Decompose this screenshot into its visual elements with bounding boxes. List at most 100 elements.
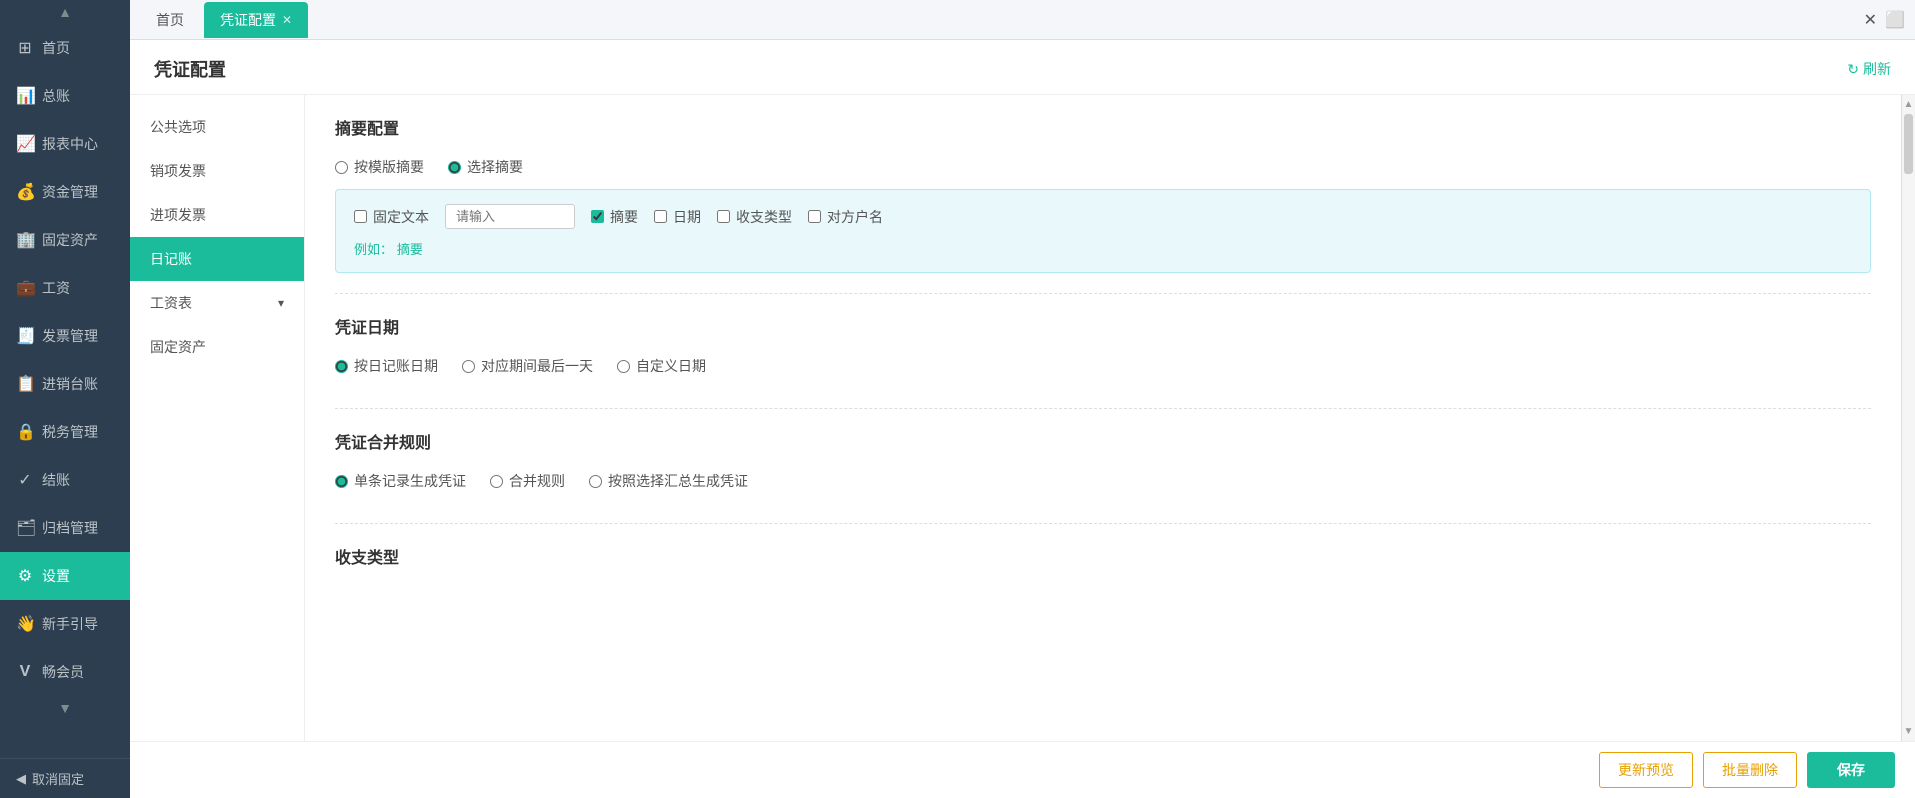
tab-home[interactable]: 首页: [140, 2, 200, 38]
reports-icon: 📈: [16, 134, 34, 154]
left-nav-sales-invoice[interactable]: 销项发票: [130, 149, 304, 193]
tab-voucher-config-label: 凭证配置: [220, 10, 276, 30]
sidebar-item-funds[interactable]: 💰 资金管理: [0, 168, 130, 216]
left-nav-purchase-invoice-label: 进项发票: [150, 205, 206, 225]
merge-rules-title: 凭证合并规则: [335, 429, 1871, 453]
scrollbar-thumb[interactable]: [1904, 114, 1913, 174]
voucher-date-section: 凭证日期 按日记账日期 对应期间最后一天 自定义日期: [335, 314, 1871, 409]
sidebar-item-settings[interactable]: ⚙ 设置: [0, 552, 130, 600]
fixed-text-label: 固定文本: [373, 207, 429, 227]
funds-icon: 💰: [16, 182, 34, 202]
right-scrollbar: ▲ ▼: [1901, 95, 1915, 741]
page-title: 凭证配置: [154, 56, 226, 82]
summary-radio-group: 按模版摘要 选择摘要: [335, 157, 1871, 177]
sidebar-item-member[interactable]: V 畅会员: [0, 648, 130, 696]
tax-icon: 🔒: [16, 422, 34, 442]
sidebar-item-invoice-mgmt[interactable]: 🧾 发票管理: [0, 312, 130, 360]
by-journal-date-radio-label[interactable]: 按日记账日期: [335, 356, 438, 376]
by-journal-date-radio[interactable]: [335, 360, 348, 373]
assets-icon: 🏢: [16, 230, 34, 250]
sidebar-item-close[interactable]: ✓ 结账: [0, 456, 130, 504]
last-day-period-label: 对应期间最后一天: [481, 356, 593, 376]
single-record-label: 单条记录生成凭证: [354, 471, 466, 491]
last-day-period-radio-label[interactable]: 对应期间最后一天: [462, 356, 593, 376]
tab-voucher-config[interactable]: 凭证配置 ✕: [204, 2, 308, 38]
bottom-bar: 更新预览 批量删除 保存: [130, 741, 1915, 798]
fixed-text-input[interactable]: [445, 204, 575, 229]
invoice-mgmt-icon: 🧾: [16, 326, 34, 346]
abstract-checkbox[interactable]: [591, 210, 604, 223]
sidebar-item-reports[interactable]: 📈 报表中心: [0, 120, 130, 168]
sidebar-scroll-down[interactable]: ▼: [0, 696, 130, 720]
custom-date-radio[interactable]: [617, 360, 630, 373]
sidebar-item-assets[interactable]: 🏢 固定资产: [0, 216, 130, 264]
window-maximize-button[interactable]: ⬜: [1885, 10, 1905, 30]
sidebar-item-purchase-sale[interactable]: 📋 进销台账: [0, 360, 130, 408]
right-content: 摘要配置 按模版摘要 选择摘要 固定文本: [305, 95, 1901, 741]
sidebar-bottom-label: 取消固定: [32, 769, 84, 788]
refresh-button[interactable]: ↻ 刷新: [1847, 59, 1891, 79]
guide-icon: 👋: [16, 614, 34, 634]
custom-date-radio-label[interactable]: 自定义日期: [617, 356, 706, 376]
left-nav-payroll-label: 工资表: [150, 293, 192, 313]
sidebar-unpin-button[interactable]: ◀ 取消固定: [0, 758, 130, 798]
sidebar-item-ledger[interactable]: 📊 总账: [0, 72, 130, 120]
income-expense-section: 收支类型: [335, 544, 1871, 606]
example-value: 摘要: [397, 242, 423, 257]
window-close-button[interactable]: ✕: [1864, 10, 1877, 30]
fixed-text-checkbox[interactable]: [354, 210, 367, 223]
voucher-date-radio-group: 按日记账日期 对应期间最后一天 自定义日期: [335, 356, 1871, 376]
income-expense-checkbox[interactable]: [717, 210, 730, 223]
date-checkbox[interactable]: [654, 210, 667, 223]
batch-delete-button[interactable]: 批量删除: [1703, 752, 1797, 788]
by-selection-label: 按照选择汇总生成凭证: [608, 471, 748, 491]
sidebar-item-tax[interactable]: 🔒 税务管理: [0, 408, 130, 456]
counterpart-checkbox-label[interactable]: 对方户名: [808, 207, 883, 227]
save-button[interactable]: 保存: [1807, 752, 1895, 788]
tab-close-icon[interactable]: ✕: [282, 13, 292, 27]
sidebar-item-salary[interactable]: 💼 工资: [0, 264, 130, 312]
last-day-period-radio[interactable]: [462, 360, 475, 373]
content-layout: 公共选项 销项发票 进项发票 日记账 工资表 ▾ 固定资产 摘要配置: [130, 95, 1915, 741]
fixed-text-checkbox-label[interactable]: 固定文本: [354, 207, 429, 227]
sidebar-item-label: 固定资产: [42, 230, 98, 250]
left-nav-sales-invoice-label: 销项发票: [150, 161, 206, 181]
sidebar-item-label: 首页: [42, 38, 70, 58]
abstract-checkbox-label[interactable]: 摘要: [591, 207, 638, 227]
select-summary-radio-label[interactable]: 选择摘要: [448, 157, 523, 177]
select-summary-radio[interactable]: [448, 161, 461, 174]
merge-rules-option-radio[interactable]: [490, 475, 503, 488]
tab-bar: 首页 凭证配置 ✕ ✕ ⬜: [130, 0, 1915, 40]
sidebar-item-label: 结账: [42, 470, 70, 490]
sidebar-scroll-up[interactable]: ▲: [0, 0, 130, 24]
single-record-radio-label[interactable]: 单条记录生成凭证: [335, 471, 466, 491]
counterpart-checkbox[interactable]: [808, 210, 821, 223]
by-selection-radio[interactable]: [589, 475, 602, 488]
summary-config-section: 摘要配置 按模版摘要 选择摘要 固定文本: [335, 115, 1871, 294]
template-summary-label: 按模版摘要: [354, 157, 424, 177]
template-summary-radio-label[interactable]: 按模版摘要: [335, 157, 424, 177]
left-nav-public[interactable]: 公共选项: [130, 105, 304, 149]
left-nav-payroll[interactable]: 工资表 ▾: [130, 281, 304, 325]
sidebar-item-home[interactable]: ⊞ 首页: [0, 24, 130, 72]
voucher-date-title: 凭证日期: [335, 314, 1871, 338]
date-checkbox-label[interactable]: 日期: [654, 207, 701, 227]
left-nav-fixed-assets[interactable]: 固定资产: [130, 325, 304, 369]
left-nav-journal-label: 日记账: [150, 249, 192, 269]
income-expense-checkbox-label[interactable]: 收支类型: [717, 207, 792, 227]
scrollbar-down-arrow[interactable]: ▼: [1902, 722, 1915, 741]
left-nav-journal[interactable]: 日记账: [130, 237, 304, 281]
close-account-icon: ✓: [16, 470, 34, 490]
sidebar-item-archive[interactable]: 🗂 归档管理: [0, 504, 130, 552]
single-record-radio[interactable]: [335, 475, 348, 488]
scrollbar-up-arrow[interactable]: ▲: [1902, 95, 1915, 114]
sidebar-item-guide[interactable]: 👋 新手引导: [0, 600, 130, 648]
sidebar-item-label: 畅会员: [42, 662, 84, 682]
by-selection-radio-label[interactable]: 按照选择汇总生成凭证: [589, 471, 748, 491]
merge-rules-radio-label[interactable]: 合并规则: [490, 471, 565, 491]
left-nav-purchase-invoice[interactable]: 进项发票: [130, 193, 304, 237]
update-preview-button[interactable]: 更新预览: [1599, 752, 1693, 788]
date-label: 日期: [673, 207, 701, 227]
template-summary-radio[interactable]: [335, 161, 348, 174]
abstract-label: 摘要: [610, 207, 638, 227]
